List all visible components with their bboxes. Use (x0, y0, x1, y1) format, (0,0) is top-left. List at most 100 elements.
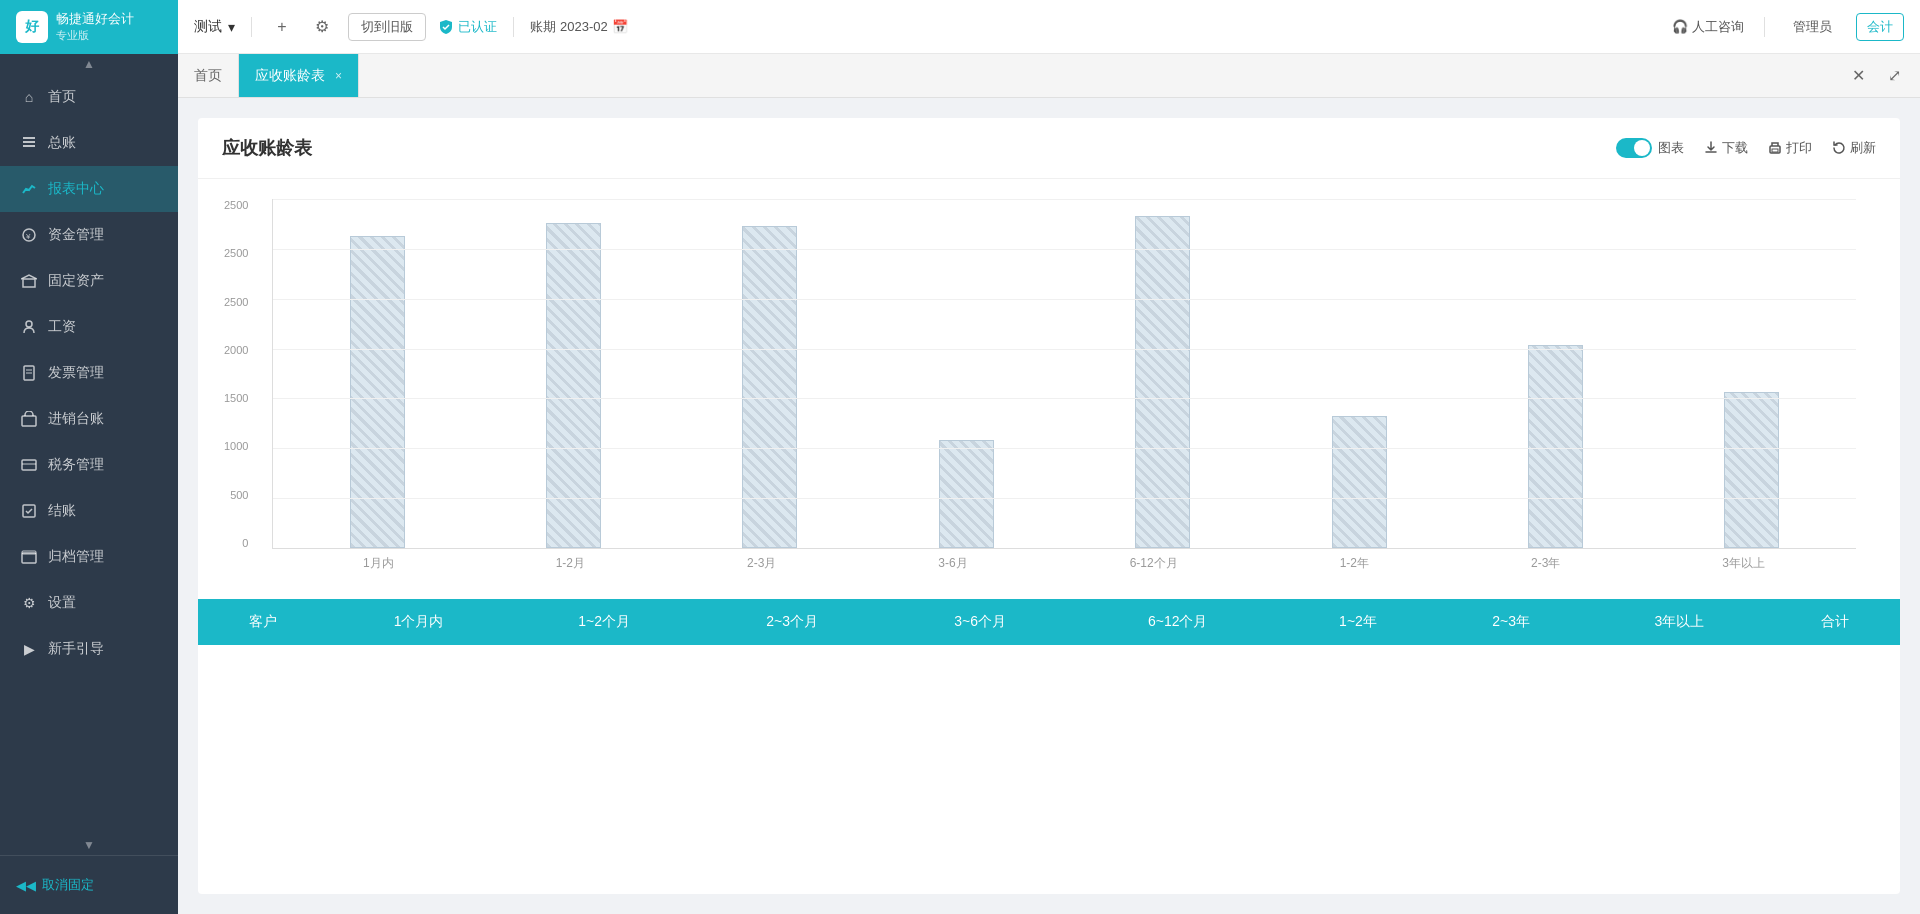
project-selector[interactable]: 测试 ▾ (194, 18, 235, 36)
col-1month: 1个月内 (327, 599, 510, 645)
period-value: 2023-02 (560, 19, 608, 34)
col-2-3month: 2~3个月 (698, 599, 886, 645)
certified-badge: 已认证 (438, 18, 497, 36)
col-1-2month: 1~2个月 (510, 599, 698, 645)
sidebar-item-assets[interactable]: 固定资产 (0, 258, 178, 304)
x-label-5: 1-2年 (1340, 555, 1369, 572)
tab-expand-icon[interactable]: ⤢ (1880, 62, 1908, 90)
project-name: 测试 (194, 18, 222, 36)
col-total: 合计 (1771, 599, 1900, 645)
archive-icon (20, 548, 38, 566)
y-label-2500top: 2500 (224, 199, 248, 211)
chart-toggle-label: 图表 (1658, 139, 1684, 157)
topbar-divider-2 (513, 17, 514, 37)
svg-rect-2 (23, 145, 35, 147)
period-label: 账期 2023-02 📅 (530, 18, 628, 36)
scroll-down-arrow[interactable]: ▼ (0, 835, 178, 855)
tab-close-icon[interactable]: ✕ (1844, 62, 1872, 90)
sidebar: 好 畅捷通好会计 专业版 ▲ ⌂ 首页 总账 (0, 0, 178, 914)
col-3year-plus: 3年以上 (1588, 599, 1771, 645)
tab-current-label: 应收账龄表 (255, 67, 325, 85)
sidebar-item-label: 进销台账 (48, 410, 104, 428)
col-1-2year: 1~2年 (1281, 599, 1434, 645)
sidebar-item-ledger[interactable]: 总账 (0, 120, 178, 166)
logo-area: 好 畅捷通好会计 专业版 (0, 0, 178, 54)
chart-toggle-switch[interactable] (1616, 138, 1652, 158)
settings-btn[interactable]: ⚙ (308, 13, 336, 41)
role-btn[interactable]: 会计 (1856, 13, 1904, 41)
table-header: 客户 1个月内 1~2个月 2~3个月 3~6个月 6~12个月 1~2年 2~… (198, 599, 1900, 645)
reports-icon (20, 180, 38, 198)
svg-rect-5 (23, 279, 35, 287)
tax-icon (20, 456, 38, 474)
col-3-6month: 3~6个月 (886, 599, 1074, 645)
col-6-12month: 6~12个月 (1074, 599, 1281, 645)
x-axis: 1月内 1-2月 2-3月 3-6月 6-12个月 1-2年 2-3年 3年以上 (272, 549, 1856, 572)
sidebar-item-funds[interactable]: ¥ 资金管理 (0, 212, 178, 258)
headset-icon: 🎧 (1672, 19, 1688, 34)
y-label-0: 0 (224, 537, 248, 549)
sidebar-item-label: 发票管理 (48, 364, 104, 382)
print-icon (1768, 141, 1782, 155)
assets-icon (20, 272, 38, 290)
settings-icon: ⚙ (20, 594, 38, 612)
report-actions: 图表 下载 打印 (1616, 138, 1876, 158)
calendar-icon[interactable]: 📅 (612, 19, 628, 34)
tab-home-label: 首页 (194, 67, 222, 85)
x-label-1: 1-2月 (556, 555, 585, 572)
sidebar-item-archive[interactable]: 归档管理 (0, 534, 178, 580)
print-btn[interactable]: 打印 (1768, 139, 1812, 157)
sidebar-item-label: 报表中心 (48, 180, 104, 198)
sidebar-item-label: 设置 (48, 594, 76, 612)
sidebar-item-label: 工资 (48, 318, 76, 336)
download-btn[interactable]: 下载 (1704, 139, 1748, 157)
sidebar-item-tax[interactable]: 税务管理 (0, 442, 178, 488)
sidebar-item-salary[interactable]: 工资 (0, 304, 178, 350)
y-label-2000: 2000 (224, 344, 248, 356)
x-label-6: 2-3年 (1531, 555, 1560, 572)
ai-consult-btn[interactable]: 🎧 人工咨询 (1672, 18, 1744, 36)
svg-rect-1 (23, 141, 35, 143)
y-label-1500: 1500 (224, 392, 248, 404)
refresh-icon (1832, 141, 1846, 155)
switch-version-btn[interactable]: 切到旧版 (348, 13, 426, 41)
settlement-icon (20, 502, 38, 520)
tab-receivable-aging[interactable]: 应收账龄表 × (239, 54, 359, 97)
sidebar-item-label: 结账 (48, 502, 76, 520)
add-btn[interactable]: + (268, 13, 296, 41)
sidebar-item-settlement[interactable]: 结账 (0, 488, 178, 534)
sidebar-item-settings[interactable]: ⚙ 设置 (0, 580, 178, 626)
report-page: 应收账龄表 图表 下载 (198, 118, 1900, 894)
download-icon (1704, 141, 1718, 155)
x-label-0: 1月内 (363, 555, 394, 572)
sidebar-bottom: ◀◀ 取消固定 (0, 855, 178, 914)
col-customer: 客户 (198, 599, 327, 645)
y-label-1000: 1000 (224, 440, 248, 452)
x-label-4: 6-12个月 (1130, 555, 1178, 572)
shield-icon (438, 19, 454, 35)
tab-home[interactable]: 首页 (178, 54, 239, 97)
sidebar-item-label: 新手引导 (48, 640, 104, 658)
chart-plot-area (272, 199, 1856, 549)
refresh-btn[interactable]: 刷新 (1832, 139, 1876, 157)
svg-rect-0 (23, 137, 35, 139)
chart-area: 2500 2500 2500 2000 1500 1000 500 0 (198, 179, 1900, 599)
sidebar-item-invoice[interactable]: 发票管理 (0, 350, 178, 396)
cancel-fixed-label: 取消固定 (42, 876, 94, 894)
sidebar-item-reports[interactable]: 报表中心 (0, 166, 178, 212)
invoice-icon (20, 364, 38, 382)
sidebar-item-home[interactable]: ⌂ 首页 (0, 74, 178, 120)
sidebar-item-guide[interactable]: ▶ 新手引导 (0, 626, 178, 672)
scroll-up-arrow[interactable]: ▲ (0, 54, 178, 74)
grid-lines (273, 199, 1856, 548)
sidebar-nav: ⌂ 首页 总账 报表中心 (0, 74, 178, 835)
sidebar-item-inventory[interactable]: 进销台账 (0, 396, 178, 442)
cancel-fixed-btn[interactable]: ◀◀ 取消固定 (0, 866, 178, 904)
x-label-7: 3年以上 (1722, 555, 1765, 572)
inventory-icon (20, 410, 38, 428)
tabbar: 首页 应收账龄表 × ✕ ⤢ (178, 54, 1920, 98)
content-area: 应收账龄表 图表 下载 (178, 98, 1920, 914)
user-name-btn[interactable]: 管理员 (1785, 14, 1840, 40)
ledger-icon (20, 134, 38, 152)
tab-close-btn[interactable]: × (335, 69, 342, 83)
